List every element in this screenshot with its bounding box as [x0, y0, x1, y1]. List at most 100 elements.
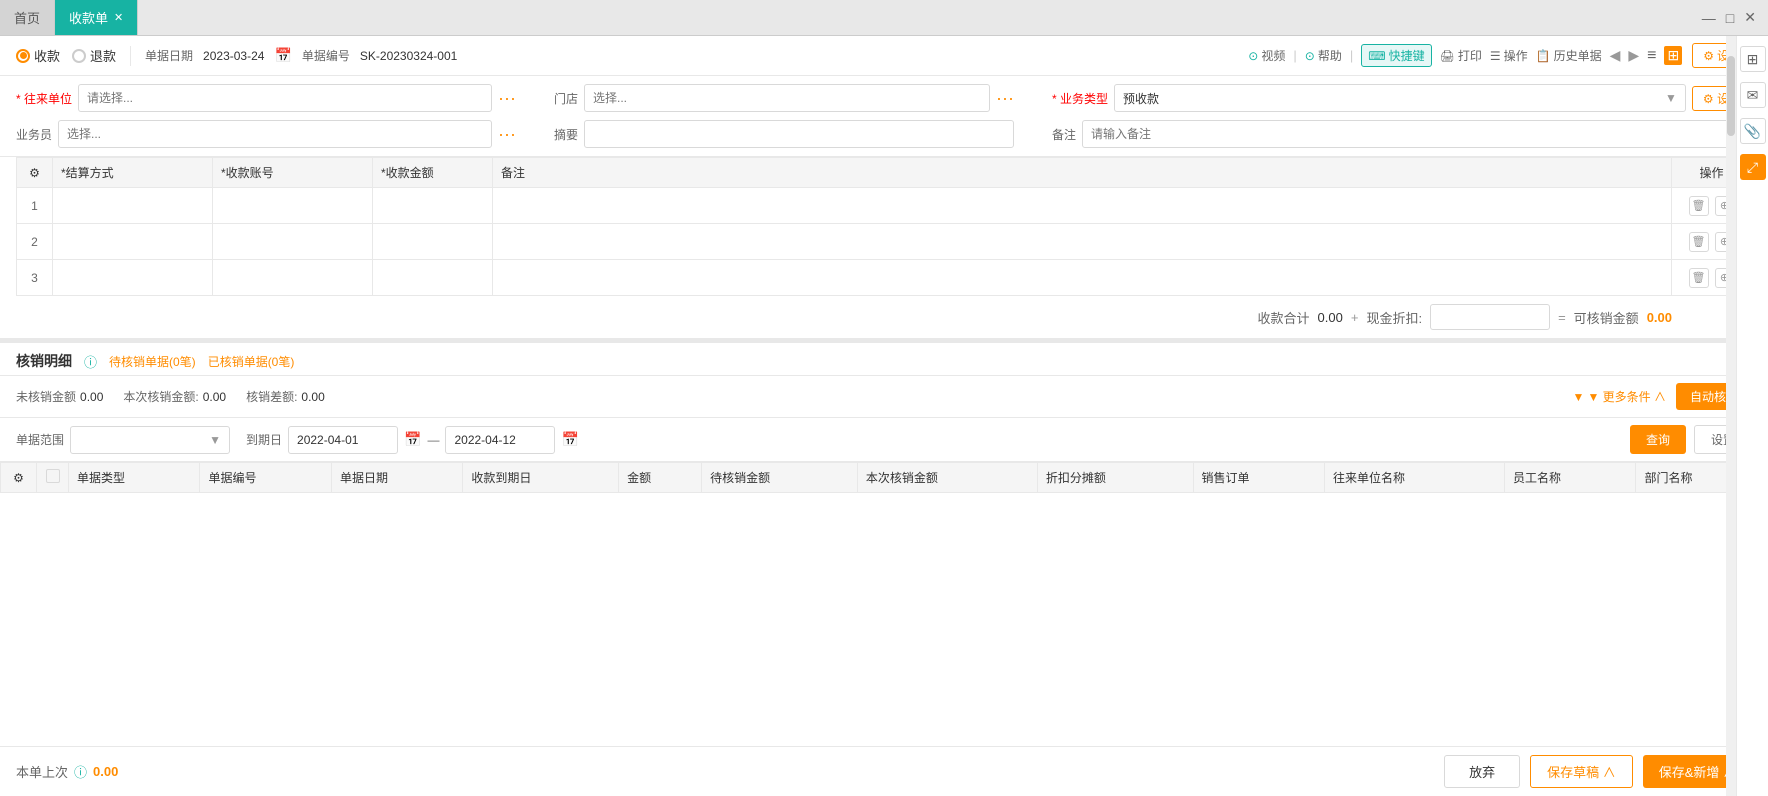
sidebar-expand-icon[interactable]: ⤢ [1740, 154, 1766, 180]
shop-input[interactable] [584, 84, 990, 112]
remark-label: 备注 [1052, 126, 1076, 143]
bt-col-check[interactable] [37, 463, 69, 493]
radio-refund[interactable]: 退款 [72, 46, 116, 65]
shortcut-btn[interactable]: ⌨ 快捷键 [1361, 44, 1431, 67]
footer-right: 放弃 保存草稿 ∧ 保存&新增 ∧ [1444, 755, 1752, 788]
sidebar-table-icon[interactable]: ⊞ [1740, 46, 1766, 72]
shop-label: 门店 [554, 90, 578, 107]
bt-col-doc-date: 单据日期 [331, 463, 462, 493]
print-btn[interactable]: 🖨 打印 [1440, 47, 1482, 64]
row3-amount[interactable] [373, 260, 492, 295]
radio-receipt[interactable]: 收款 [16, 46, 60, 65]
plus-sign: + [1351, 310, 1359, 325]
row3-account[interactable] [213, 260, 372, 295]
calendar-from-icon[interactable]: 📅 [404, 431, 421, 448]
pending-tab[interactable]: 待核销单据(0笔) [109, 353, 196, 370]
summary-field: 摘要 [554, 120, 1014, 148]
total-label: 收款合计 [1258, 308, 1310, 327]
scrollbar[interactable] [1726, 36, 1736, 796]
row3-delete-icon[interactable]: 🗑 [1689, 268, 1709, 288]
row1-amount[interactable] [373, 188, 492, 223]
remark-input[interactable] [1082, 120, 1752, 148]
gear-icon: ⚙ [1703, 49, 1714, 63]
filter-row: 未核销金额 0.00 本次核销金额: 0.00 核销差额: 0.00 ▼ ▼ 更… [0, 376, 1768, 418]
bt-col-sales: 销售订单 [1193, 463, 1324, 493]
date-value: 2023-03-24 [203, 49, 264, 63]
row3-remark[interactable] [493, 260, 1671, 295]
due-date-field: 到期日 2022-04-01 📅 — 2022-04-12 📅 [246, 426, 579, 454]
current-value: 0.00 [203, 390, 226, 404]
close-icon[interactable]: ✕ [1744, 9, 1756, 26]
radio-refund-dot [72, 49, 86, 63]
date-from-input[interactable]: 2022-04-01 [288, 426, 398, 454]
unchecked-value: 0.00 [80, 390, 103, 404]
row1-account[interactable] [213, 188, 372, 223]
query-filter: 单据范围 ▼ 到期日 2022-04-01 📅 — 2022-04-12 📅 [0, 418, 1768, 462]
tab-close-icon[interactable]: ✕ [114, 11, 123, 24]
total-value: 0.00 [1318, 310, 1343, 325]
staff-label: 业务员 [16, 126, 52, 143]
bt-col-doc-no: 单据编号 [200, 463, 331, 493]
layout-list-icon[interactable]: ≡ [1647, 47, 1656, 65]
staff-input[interactable] [58, 120, 492, 148]
done-tab[interactable]: 已核销单据(0笔) [208, 353, 295, 370]
row2-delete-icon[interactable]: 🗑 [1689, 232, 1709, 252]
shop-field: 门店 ··· [554, 84, 1014, 112]
sidebar-mail-icon[interactable]: ✉ [1740, 82, 1766, 108]
partner-input[interactable] [78, 84, 492, 112]
remark-field: 备注 [1052, 120, 1752, 148]
info-icon[interactable]: ⓘ [84, 352, 97, 371]
sidebar-attachment-icon[interactable]: 📎 [1740, 118, 1766, 144]
staff-more-icon[interactable]: ··· [498, 124, 516, 145]
history-btn[interactable]: 📋 历史单据 [1536, 47, 1602, 64]
discount-input[interactable] [1430, 304, 1550, 330]
bt-col-pending: 待核销金额 [702, 463, 858, 493]
date-to-input[interactable]: 2022-04-12 [445, 426, 555, 454]
bt-col-due-date: 收款到期日 [463, 463, 619, 493]
footer-left: 本单上次 ⓘ 0.00 [16, 762, 118, 781]
layout-grid-icon[interactable]: ⊞ [1664, 46, 1682, 65]
biz-type-select[interactable]: 预收款 ▼ [1114, 84, 1686, 112]
row3-settle[interactable] [53, 260, 212, 295]
col-gear[interactable]: ⚙ [17, 158, 53, 188]
form-row-2: 业务员 ··· 摘要 备注 [16, 120, 1752, 148]
video-btn[interactable]: ⊙ 视频 [1248, 47, 1285, 64]
summary-input[interactable] [584, 120, 1014, 148]
query-button[interactable]: 查询 [1630, 425, 1686, 454]
toolbar: 收款 退款 单据日期 2023-03-24 📅 单据编号 SK-20230324… [0, 36, 1768, 76]
operation-btn[interactable]: ☰ 操作 [1490, 47, 1528, 64]
row1-delete-icon[interactable]: 🗑 [1689, 196, 1709, 216]
partner-more-icon[interactable]: ··· [498, 88, 516, 109]
row2-account[interactable] [213, 224, 372, 259]
nav-prev-icon[interactable]: ◀ [1610, 47, 1621, 64]
col-remark: 备注 [493, 158, 1672, 188]
col-account: *收款账号 [213, 158, 373, 188]
minimize-icon[interactable]: — [1702, 10, 1716, 26]
shop-more-icon[interactable]: ··· [996, 88, 1014, 109]
maximize-icon[interactable]: □ [1726, 10, 1734, 26]
scrollbar-thumb[interactable] [1727, 56, 1735, 136]
more-conditions-btn[interactable]: ▼ ▼ 更多条件 ∧ [1573, 388, 1666, 405]
row1-remark[interactable] [493, 188, 1671, 223]
help-btn[interactable]: ⊙ 帮助 [1305, 47, 1342, 64]
row1-settle[interactable] [53, 188, 212, 223]
calendar-icon[interactable]: 📅 [274, 47, 291, 64]
row2-remark[interactable] [493, 224, 1671, 259]
range-select[interactable]: ▼ [70, 426, 230, 454]
bt-col-amount: 金额 [619, 463, 702, 493]
nav-next-icon[interactable]: ▶ [1628, 47, 1639, 64]
draft-button[interactable]: 保存草稿 ∧ [1530, 755, 1633, 788]
biz-type-field: * 业务类型 预收款 ▼ ⚙ 设置 [1052, 84, 1752, 112]
calendar-to-icon[interactable]: 📅 [561, 431, 578, 448]
footer: 本单上次 ⓘ 0.00 放弃 保存草稿 ∧ 保存&新增 ∧ [0, 746, 1768, 796]
tab-home[interactable]: 首页 [0, 0, 55, 35]
staff-field: 业务员 ··· [16, 120, 516, 148]
abandon-button[interactable]: 放弃 [1444, 755, 1520, 788]
eq-sign: = [1558, 310, 1566, 325]
result-value: 0.00 [1647, 310, 1672, 325]
row2-amount[interactable] [373, 224, 492, 259]
info-circle-icon[interactable]: ⓘ [74, 762, 87, 781]
tab-receipt[interactable]: 收款单 ✕ [55, 0, 138, 35]
row2-settle[interactable] [53, 224, 212, 259]
bt-col-gear[interactable]: ⚙ [1, 463, 37, 493]
